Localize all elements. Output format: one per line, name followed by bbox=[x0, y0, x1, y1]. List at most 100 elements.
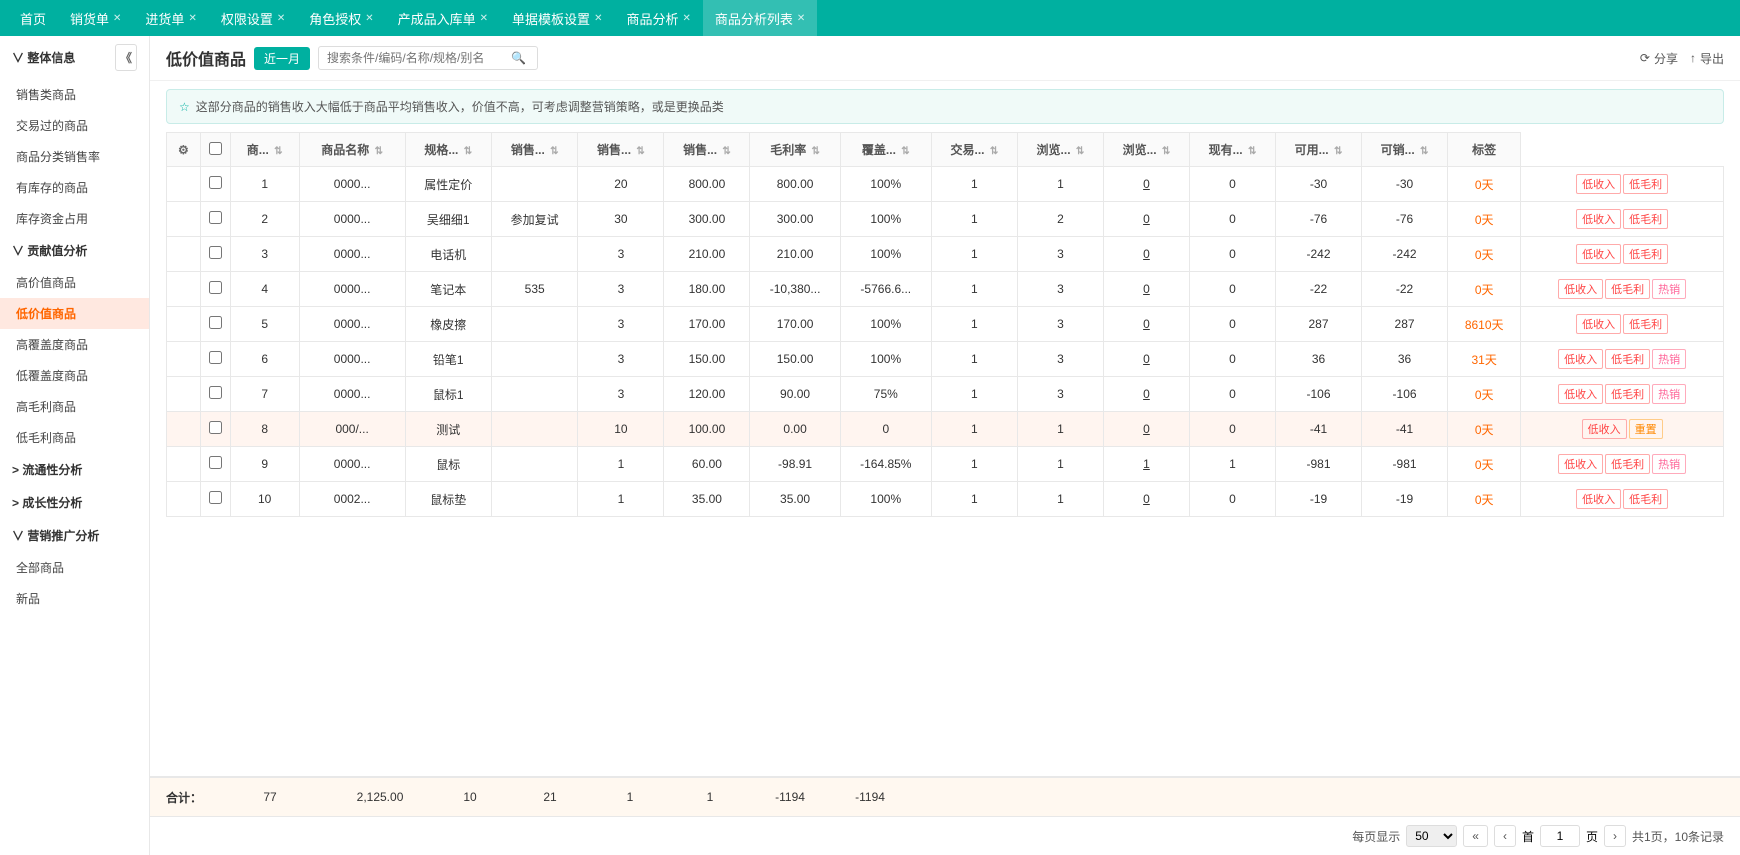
view1-link[interactable]: 0 bbox=[1143, 282, 1150, 296]
cell-checkbox[interactable] bbox=[200, 167, 230, 202]
close-icon[interactable]: ✕ bbox=[277, 13, 285, 24]
close-icon[interactable]: ✕ bbox=[682, 13, 690, 24]
view1-link[interactable]: 0 bbox=[1143, 422, 1150, 436]
view1-link[interactable]: 0 bbox=[1143, 492, 1150, 506]
table-container[interactable]: ⚙ 商... ⇅ 商品名称 ⇅ 规格... ⇅ 销售... ⇅ 销售... ⇅ … bbox=[150, 132, 1740, 776]
cell-checkbox[interactable] bbox=[200, 237, 230, 272]
col-margin[interactable]: 毛利率 ⇅ bbox=[750, 133, 840, 167]
sidebar-section-overview[interactable]: ∨ 整体信息 《 bbox=[0, 36, 149, 79]
share-button[interactable]: ⟳ 分享 bbox=[1640, 50, 1678, 67]
col-current[interactable]: 现有... ⇅ bbox=[1189, 133, 1275, 167]
col-available[interactable]: 可用... ⇅ bbox=[1276, 133, 1362, 167]
close-icon[interactable]: ✕ bbox=[113, 13, 121, 24]
close-icon[interactable]: ✕ bbox=[594, 13, 602, 24]
sidebar-item-low-coverage[interactable]: 低覆盖度商品 bbox=[0, 360, 149, 391]
col-saleable[interactable]: 可销... ⇅ bbox=[1362, 133, 1448, 167]
sidebar-section-marketing[interactable]: ∨ 营销推广分析 bbox=[0, 519, 149, 552]
sidebar-item-high-value[interactable]: 高价值商品 bbox=[0, 267, 149, 298]
close-icon[interactable]: ✕ bbox=[480, 13, 488, 24]
col-name[interactable]: 商品名称 ⇅ bbox=[299, 133, 405, 167]
col-checkbox[interactable] bbox=[200, 133, 230, 167]
close-icon[interactable]: ✕ bbox=[797, 13, 805, 24]
view1-link[interactable]: 1 bbox=[1143, 457, 1150, 471]
view1-link[interactable]: 0 bbox=[1143, 247, 1150, 261]
search-icon[interactable]: 🔍 bbox=[511, 51, 526, 65]
sidebar-item-low-margin[interactable]: 低毛利商品 bbox=[0, 422, 149, 453]
page-size-select[interactable]: 50 100 200 bbox=[1406, 825, 1457, 847]
nav-purchase[interactable]: 进货单 ✕ bbox=[133, 0, 208, 36]
close-icon[interactable]: ✕ bbox=[188, 13, 196, 24]
row-checkbox[interactable] bbox=[209, 351, 222, 364]
row-checkbox[interactable] bbox=[209, 316, 222, 329]
row-checkbox[interactable] bbox=[209, 456, 222, 469]
sidebar-item-stock-capital[interactable]: 库存资金占用 bbox=[0, 203, 149, 234]
col-view2[interactable]: 浏览... ⇅ bbox=[1103, 133, 1189, 167]
row-checkbox[interactable] bbox=[209, 246, 222, 259]
col-coverage[interactable]: 覆盖... ⇅ bbox=[840, 133, 931, 167]
row-checkbox[interactable] bbox=[209, 176, 222, 189]
col-trade[interactable]: 交易... ⇅ bbox=[931, 133, 1017, 167]
first-page-button[interactable]: « bbox=[1463, 825, 1488, 847]
cell-view1[interactable]: 1 bbox=[1103, 447, 1189, 482]
cell-checkbox[interactable] bbox=[200, 342, 230, 377]
view1-link[interactable]: 0 bbox=[1143, 317, 1150, 331]
filter-recent-month[interactable]: 近一月 bbox=[254, 47, 310, 70]
row-checkbox[interactable] bbox=[209, 491, 222, 504]
cell-checkbox[interactable] bbox=[200, 307, 230, 342]
nav-analysis-list[interactable]: 商品分析列表 ✕ bbox=[703, 0, 817, 36]
col-view1[interactable]: 浏览... ⇅ bbox=[1017, 133, 1103, 167]
sidebar-item-high-coverage[interactable]: 高覆盖度商品 bbox=[0, 329, 149, 360]
cell-checkbox[interactable] bbox=[200, 377, 230, 412]
col-sale-amount[interactable]: 销售... ⇅ bbox=[664, 133, 750, 167]
cell-view1[interactable]: 0 bbox=[1103, 237, 1189, 272]
sidebar-item-traded-goods[interactable]: 交易过的商品 bbox=[0, 110, 149, 141]
search-input[interactable] bbox=[327, 51, 507, 65]
cell-checkbox[interactable] bbox=[200, 482, 230, 517]
sidebar-item-sales-goods[interactable]: 销售类商品 bbox=[0, 79, 149, 110]
nav-roles[interactable]: 角色授权 ✕ bbox=[297, 0, 385, 36]
cell-view1[interactable]: 0 bbox=[1103, 377, 1189, 412]
row-checkbox[interactable] bbox=[209, 281, 222, 294]
sidebar-item-category-sales[interactable]: 商品分类销售率 bbox=[0, 141, 149, 172]
select-all-checkbox[interactable] bbox=[209, 142, 222, 155]
col-sale-qty[interactable]: 销售... ⇅ bbox=[491, 133, 577, 167]
next-page-button[interactable]: › bbox=[1604, 825, 1626, 847]
view1-link[interactable]: 0 bbox=[1143, 177, 1150, 191]
cell-view1[interactable]: 0 bbox=[1103, 342, 1189, 377]
cell-checkbox[interactable] bbox=[200, 272, 230, 307]
cell-view1[interactable]: 0 bbox=[1103, 412, 1189, 447]
view1-link[interactable]: 0 bbox=[1143, 387, 1150, 401]
cell-checkbox[interactable] bbox=[200, 412, 230, 447]
view1-link[interactable]: 0 bbox=[1143, 352, 1150, 366]
collapse-icon[interactable]: 《 bbox=[115, 44, 137, 71]
cell-view1[interactable]: 0 bbox=[1103, 202, 1189, 237]
sidebar-item-all-goods[interactable]: 全部商品 bbox=[0, 552, 149, 583]
sidebar-item-new-goods[interactable]: 新品 bbox=[0, 583, 149, 614]
cell-view1[interactable]: 0 bbox=[1103, 272, 1189, 307]
nav-home[interactable]: 首页 bbox=[8, 0, 58, 36]
sidebar-section-growth[interactable]: > 成长性分析 bbox=[0, 486, 149, 519]
cell-view1[interactable]: 0 bbox=[1103, 167, 1189, 202]
col-code[interactable]: 商... ⇅ bbox=[230, 133, 299, 167]
export-button[interactable]: ↑ 导出 bbox=[1690, 50, 1724, 67]
row-checkbox[interactable] bbox=[209, 211, 222, 224]
cell-checkbox[interactable] bbox=[200, 202, 230, 237]
prev-page-button[interactable]: ‹ bbox=[1494, 825, 1516, 847]
row-checkbox[interactable] bbox=[209, 386, 222, 399]
col-tags[interactable]: 标签 bbox=[1448, 133, 1521, 167]
col-sale-price[interactable]: 销售... ⇅ bbox=[578, 133, 664, 167]
col-settings[interactable]: ⚙ bbox=[167, 133, 201, 167]
nav-template[interactable]: 单据模板设置 ✕ bbox=[500, 0, 614, 36]
cell-view1[interactable]: 0 bbox=[1103, 482, 1189, 517]
nav-sales[interactable]: 销货单 ✕ bbox=[58, 0, 133, 36]
sidebar-item-high-margin[interactable]: 高毛利商品 bbox=[0, 391, 149, 422]
sidebar-section-circulation[interactable]: > 流通性分析 bbox=[0, 453, 149, 486]
cell-checkbox[interactable] bbox=[200, 447, 230, 482]
row-checkbox[interactable] bbox=[209, 421, 222, 434]
nav-analysis[interactable]: 商品分析 ✕ bbox=[614, 0, 702, 36]
sidebar-section-contribution[interactable]: ∨ 贡献值分析 bbox=[0, 234, 149, 267]
page-number-input[interactable] bbox=[1540, 825, 1580, 847]
sidebar-item-stock-goods[interactable]: 有库存的商品 bbox=[0, 172, 149, 203]
nav-products-in[interactable]: 产成品入库单 ✕ bbox=[386, 0, 500, 36]
close-icon[interactable]: ✕ bbox=[365, 13, 373, 24]
